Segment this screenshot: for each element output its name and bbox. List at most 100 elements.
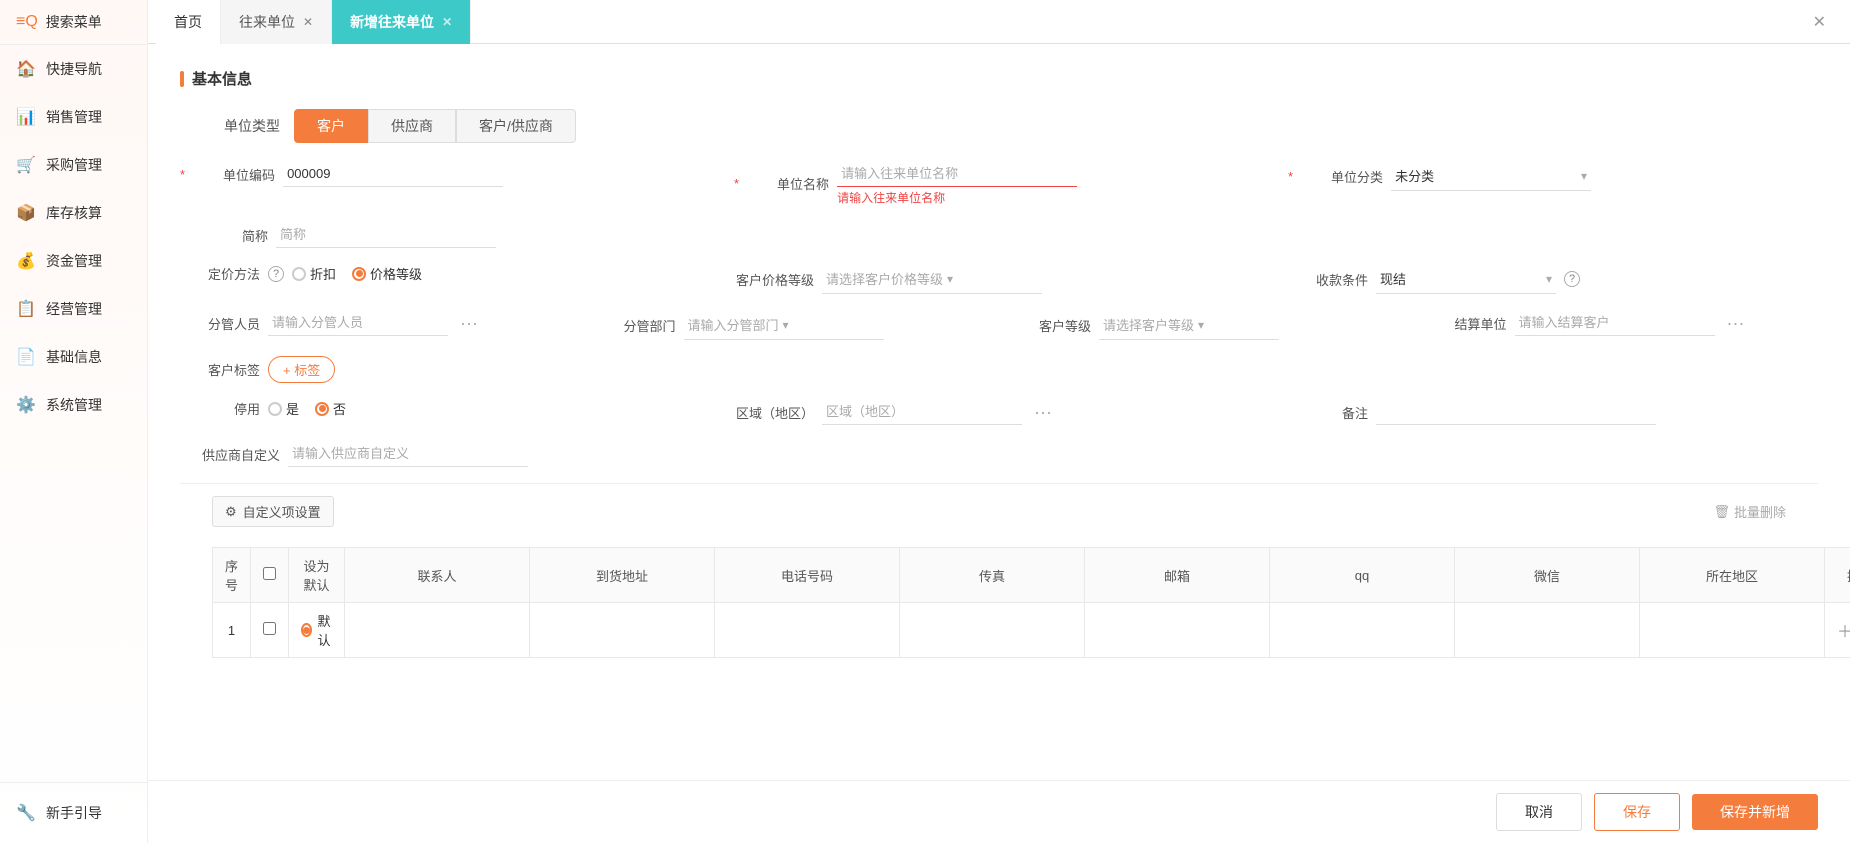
field-department: 分管部门 请输入分管部门 ▾ <box>596 310 988 340</box>
customer-price-select[interactable]: 请选择客户价格等级 ▾ <box>822 264 1042 294</box>
doc-icon: 📄 <box>16 347 36 367</box>
gear-icon: ⚙️ <box>16 395 36 415</box>
col-qq: qq <box>1270 548 1455 603</box>
col-seq: 序号 <box>213 548 251 603</box>
row-add-btn[interactable]: ＋ <box>1837 624 1850 641</box>
tag-add-btn[interactable]: + 标签 <box>268 356 335 383</box>
field-manager: 分管人员 ··· <box>180 310 572 336</box>
unit-type-btn-both[interactable]: 客户/供应商 <box>456 109 576 143</box>
unit-type-btn-customer[interactable]: 客户 <box>294 109 368 143</box>
region-input[interactable] <box>822 399 1022 425</box>
payment-select[interactable]: 现结 ▾ <box>1376 264 1556 294</box>
payment-help-icon[interactable]: ? <box>1564 271 1580 287</box>
form-row-pricing: 定价方法 ? 折扣 价格等级 客户价格等级 请选择客户价格等 <box>180 264 1818 294</box>
category-select[interactable]: 未分类 ▾ <box>1391 161 1591 191</box>
sidebar-item-system[interactable]: ⚙️ 系统管理 <box>0 381 147 429</box>
select-all-checkbox[interactable] <box>263 567 276 580</box>
pricing-radio-discount[interactable]: 折扣 <box>292 264 336 283</box>
sidebar-item-quick-nav[interactable]: 🏠 快捷导航 <box>0 45 147 93</box>
customer-price-label: 客户价格等级 <box>734 270 814 289</box>
cell-location <box>1640 603 1825 658</box>
qq-input[interactable] <box>1282 618 1442 643</box>
email-input[interactable] <box>1097 618 1257 643</box>
cell-qq <box>1270 603 1455 658</box>
contacts-table: 序号 设为默认 联系人 到货地址 电话号码 传真 邮箱 qq 微信 所在地区 操… <box>212 547 1850 658</box>
col-action: 操作 <box>1825 548 1850 603</box>
radio-circle-yes <box>268 402 282 416</box>
col-location: 所在地区 <box>1640 548 1825 603</box>
section-title-bar <box>180 71 184 87</box>
col-checkbox <box>251 548 289 603</box>
tab-new-counterparty[interactable]: 新增往来单位 ✕ <box>332 0 471 44</box>
tab-home[interactable]: 首页 <box>156 0 221 44</box>
sidebar-item-finance[interactable]: 💰 资金管理 <box>0 237 147 285</box>
sidebar-item-basic-info[interactable]: 📄 基础信息 <box>0 333 147 381</box>
sidebar-item-inventory[interactable]: 📦 库存核算 <box>0 189 147 237</box>
contact-input[interactable] <box>357 618 517 643</box>
sidebar-item-label: 系统管理 <box>46 395 102 415</box>
region-more-btn[interactable]: ··· <box>1030 402 1056 423</box>
disabled-radio-yes[interactable]: 是 <box>268 399 299 418</box>
sidebar-item-guide[interactable]: 🔧 新手引导 <box>0 793 147 833</box>
fax-input[interactable] <box>912 618 1072 643</box>
row-checkbox[interactable] <box>263 622 276 635</box>
name-field-with-error: 请输入往来单位名称 <box>837 161 1264 206</box>
save-button[interactable]: 保存 <box>1594 793 1680 831</box>
settlement-input[interactable] <box>1515 310 1715 336</box>
sidebar-item-label: 新手引导 <box>46 803 102 823</box>
disabled-radio-group: 是 否 <box>268 399 346 418</box>
sidebar-item-label: 采购管理 <box>46 155 102 175</box>
department-select[interactable]: 请输入分管部门 ▾ <box>684 310 884 340</box>
cell-row-action: ＋ 🗑 <box>1825 603 1850 658</box>
sidebar-item-label: 经营管理 <box>46 299 102 319</box>
tab-counterparty[interactable]: 往来单位 ✕ <box>221 0 332 44</box>
save-add-button[interactable]: 保存并新增 <box>1692 794 1818 830</box>
chevron-down-icon: ▾ <box>1198 318 1204 332</box>
field-customer-level: 客户等级 请选择客户等级 ▾ <box>1011 310 1403 340</box>
field-name: * 单位名称 请输入往来单位名称 <box>734 161 1264 206</box>
default-radio[interactable]: 默认 <box>301 611 332 649</box>
custom-settings-btn[interactable]: ⚙ 自定义项设置 <box>212 496 334 527</box>
sidebar-item-label: 基础信息 <box>46 347 102 367</box>
pricing-radio-group: 折扣 价格等级 <box>292 264 422 283</box>
manager-input[interactable] <box>268 310 448 336</box>
code-input[interactable] <box>283 161 503 187</box>
main-content: 首页 往来单位 ✕ 新增往来单位 ✕ ✕ 基本信息 单位类型 客户 供应商 客户… <box>148 0 1850 843</box>
batch-delete-btn[interactable]: 🗑 批量删除 <box>1713 502 1786 521</box>
location-input[interactable] <box>1652 618 1812 643</box>
close-all-tabs[interactable]: ✕ <box>1797 12 1842 32</box>
tab-close-icon[interactable]: ✕ <box>303 15 313 29</box>
supplier-custom-input[interactable] <box>288 441 528 467</box>
pricing-help-icon[interactable]: ? <box>268 266 284 282</box>
home-icon: 🏠 <box>16 59 36 79</box>
sidebar-search-label: 搜索菜单 <box>46 12 102 32</box>
name-input[interactable] <box>837 161 1077 187</box>
field-payment: 收款条件 现结 ▾ ? <box>1288 264 1818 294</box>
settlement-more-btn[interactable]: ··· <box>1723 313 1749 334</box>
radio-circle-default <box>301 623 312 637</box>
sidebar-item-label: 销售管理 <box>46 107 102 127</box>
wechat-input[interactable] <box>1467 618 1627 643</box>
customer-level-select[interactable]: 请选择客户等级 ▾ <box>1099 310 1279 340</box>
abbr-input[interactable] <box>276 222 496 248</box>
remark-input[interactable] <box>1376 399 1656 425</box>
sidebar-item-sales[interactable]: 📊 销售管理 <box>0 93 147 141</box>
clipboard-icon: 📋 <box>16 299 36 319</box>
phone-input[interactable] <box>727 618 887 643</box>
pricing-radio-level[interactable]: 价格等级 <box>352 264 422 283</box>
cancel-button[interactable]: 取消 <box>1496 793 1582 831</box>
settings-icon: ⚙ <box>225 504 237 520</box>
sidebar-item-operations[interactable]: 📋 经营管理 <box>0 285 147 333</box>
tab-close-icon-active[interactable]: ✕ <box>442 15 452 29</box>
chevron-down-icon: ▾ <box>947 272 953 286</box>
disabled-radio-no[interactable]: 否 <box>315 399 346 418</box>
manager-more-btn[interactable]: ··· <box>456 313 482 334</box>
sidebar-search-item[interactable]: ≡Q 搜索菜单 <box>0 0 147 45</box>
field-region: 区域（地区） ··· <box>734 399 1264 425</box>
field-supplier-custom: 供应商自定义 <box>180 441 1818 467</box>
unit-type-btn-supplier[interactable]: 供应商 <box>368 109 456 143</box>
sidebar-item-purchase[interactable]: 🛒 采购管理 <box>0 141 147 189</box>
cell-email <box>1085 603 1270 658</box>
address-input[interactable] <box>542 618 702 643</box>
payment-label: 收款条件 <box>1288 270 1368 289</box>
